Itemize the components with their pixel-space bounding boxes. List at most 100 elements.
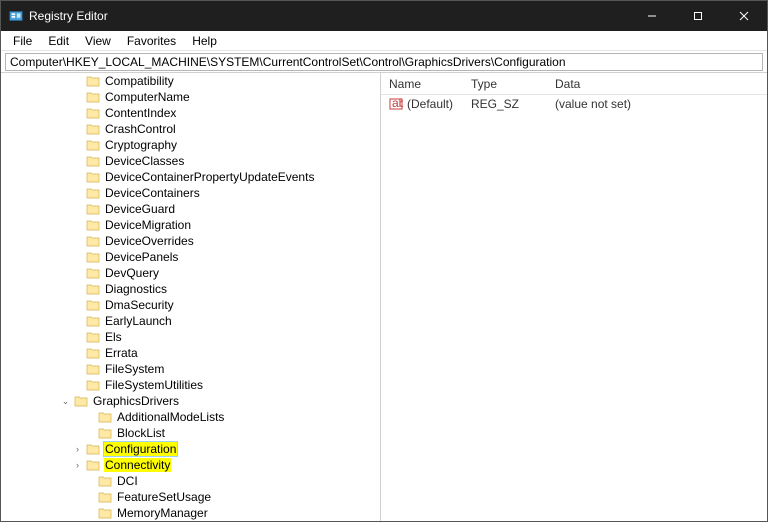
tree-node[interactable]: DeviceOverrides [1,233,380,249]
tree-node[interactable]: Compatibility [1,73,380,89]
folder-icon [86,459,100,471]
folder-icon [86,219,100,231]
folder-icon [86,171,100,183]
tree-label: Configuration [104,442,177,456]
tree-node[interactable]: EarlyLaunch [1,313,380,329]
tree-node[interactable]: DeviceMigration [1,217,380,233]
tree-node[interactable]: MemoryManager [1,505,380,521]
tree-label: DevQuery [104,266,160,280]
tree-label: DeviceGuard [104,202,176,216]
tree-label: Connectivity [104,458,171,472]
tree-node[interactable]: DeviceContainers [1,185,380,201]
tree-label: FileSystemUtilities [104,378,204,392]
list-header: Name Type Data [381,73,767,95]
folder-icon [86,155,100,167]
menu-file[interactable]: File [5,32,40,50]
folder-icon [86,203,100,215]
menu-favorites[interactable]: Favorites [119,32,184,50]
tree-node[interactable]: DevQuery [1,265,380,281]
folder-icon [86,107,100,119]
tree-label: Cryptography [104,138,178,152]
tree-node[interactable]: › Connectivity [1,457,380,473]
folder-icon [86,331,100,343]
tree-node[interactable]: Cryptography [1,137,380,153]
tree-node[interactable]: AdditionalModeLists [1,409,380,425]
tree-label: FileSystem [104,362,165,376]
address-input[interactable] [5,53,763,71]
folder-icon [86,251,100,263]
folder-icon [74,395,88,407]
folder-icon [86,235,100,247]
tree-label: DeviceMigration [104,218,192,232]
address-bar [1,51,767,73]
tree-label: BlockList [116,426,166,440]
value-type: REG_SZ [463,97,547,111]
tree-label: DeviceOverrides [104,234,195,248]
chevron-right-icon[interactable]: › [71,459,84,472]
window-controls [629,1,767,31]
tree-label: DeviceContainerPropertyUpdateEvents [104,170,315,184]
menu-edit[interactable]: Edit [40,32,77,50]
tree-node[interactable]: DeviceContainerPropertyUpdateEvents [1,169,380,185]
tree-node[interactable]: ⌄ GraphicsDrivers [1,393,380,409]
title-bar[interactable]: Registry Editor [1,1,767,31]
tree-label: Diagnostics [104,282,168,296]
tree-label: ContentIndex [104,106,177,120]
tree-label: EarlyLaunch [104,314,173,328]
folder-icon [86,363,100,375]
folder-icon [86,267,100,279]
folder-icon [86,379,100,391]
tree-label: FeatureSetUsage [116,490,212,504]
col-header-name[interactable]: Name [381,77,463,91]
chevron-down-icon[interactable]: ⌄ [59,395,72,408]
tree-node[interactable]: DevicePanels [1,249,380,265]
tree-node[interactable]: FeatureSetUsage [1,489,380,505]
tree-node[interactable]: DmaSecurity [1,297,380,313]
tree-node[interactable]: FileSystem [1,361,380,377]
tree-node[interactable]: ComputerName [1,89,380,105]
tree-node[interactable]: BlockList [1,425,380,441]
minimize-button[interactable] [629,1,675,31]
folder-icon [86,315,100,327]
registry-editor-window: Registry Editor File Edit View Favorites… [0,0,768,522]
tree-node[interactable]: ContentIndex [1,105,380,121]
tree-node[interactable]: › Configuration [1,441,380,457]
folder-icon [98,507,112,519]
tree-node[interactable]: DeviceGuard [1,201,380,217]
tree-label: Compatibility [104,74,175,88]
tree-node[interactable]: Errata [1,345,380,361]
list-row[interactable]: ab(Default)REG_SZ(value not set) [381,95,767,113]
tree-node[interactable]: Diagnostics [1,281,380,297]
list-body: ab(Default)REG_SZ(value not set) [381,95,767,113]
tree-label: DmaSecurity [104,298,175,312]
list-pane: Name Type Data ab(Default)REG_SZ(value n… [381,73,767,521]
svg-text:ab: ab [392,97,403,110]
tree-pane: CompatibilityComputerNameContentIndex Cra… [1,73,381,521]
tree-node[interactable]: DeviceClasses [1,153,380,169]
folder-icon [86,139,100,151]
folder-icon [86,347,100,359]
col-header-type[interactable]: Type [463,77,547,91]
menu-view[interactable]: View [77,32,119,50]
window-title: Registry Editor [29,9,629,23]
tree-node[interactable]: CrashControl [1,121,380,137]
tree-label: GraphicsDrivers [92,394,180,408]
close-button[interactable] [721,1,767,31]
tree-label: CrashControl [104,122,177,136]
value-name: (Default) [407,97,453,111]
tree-label: Errata [104,346,139,360]
menu-help[interactable]: Help [184,32,225,50]
tree-label: DeviceContainers [104,186,201,200]
maximize-button[interactable] [675,1,721,31]
col-header-data[interactable]: Data [547,77,767,91]
folder-icon [86,299,100,311]
chevron-right-icon[interactable]: › [71,443,84,456]
tree-node[interactable]: Els [1,329,380,345]
folder-icon [98,427,112,439]
tree-node[interactable]: DCI [1,473,380,489]
content-area: CompatibilityComputerNameContentIndex Cra… [1,73,767,521]
app-icon [9,9,23,23]
folder-icon [86,123,100,135]
tree-scroll[interactable]: CompatibilityComputerNameContentIndex Cra… [1,73,380,521]
tree-node[interactable]: FileSystemUtilities [1,377,380,393]
